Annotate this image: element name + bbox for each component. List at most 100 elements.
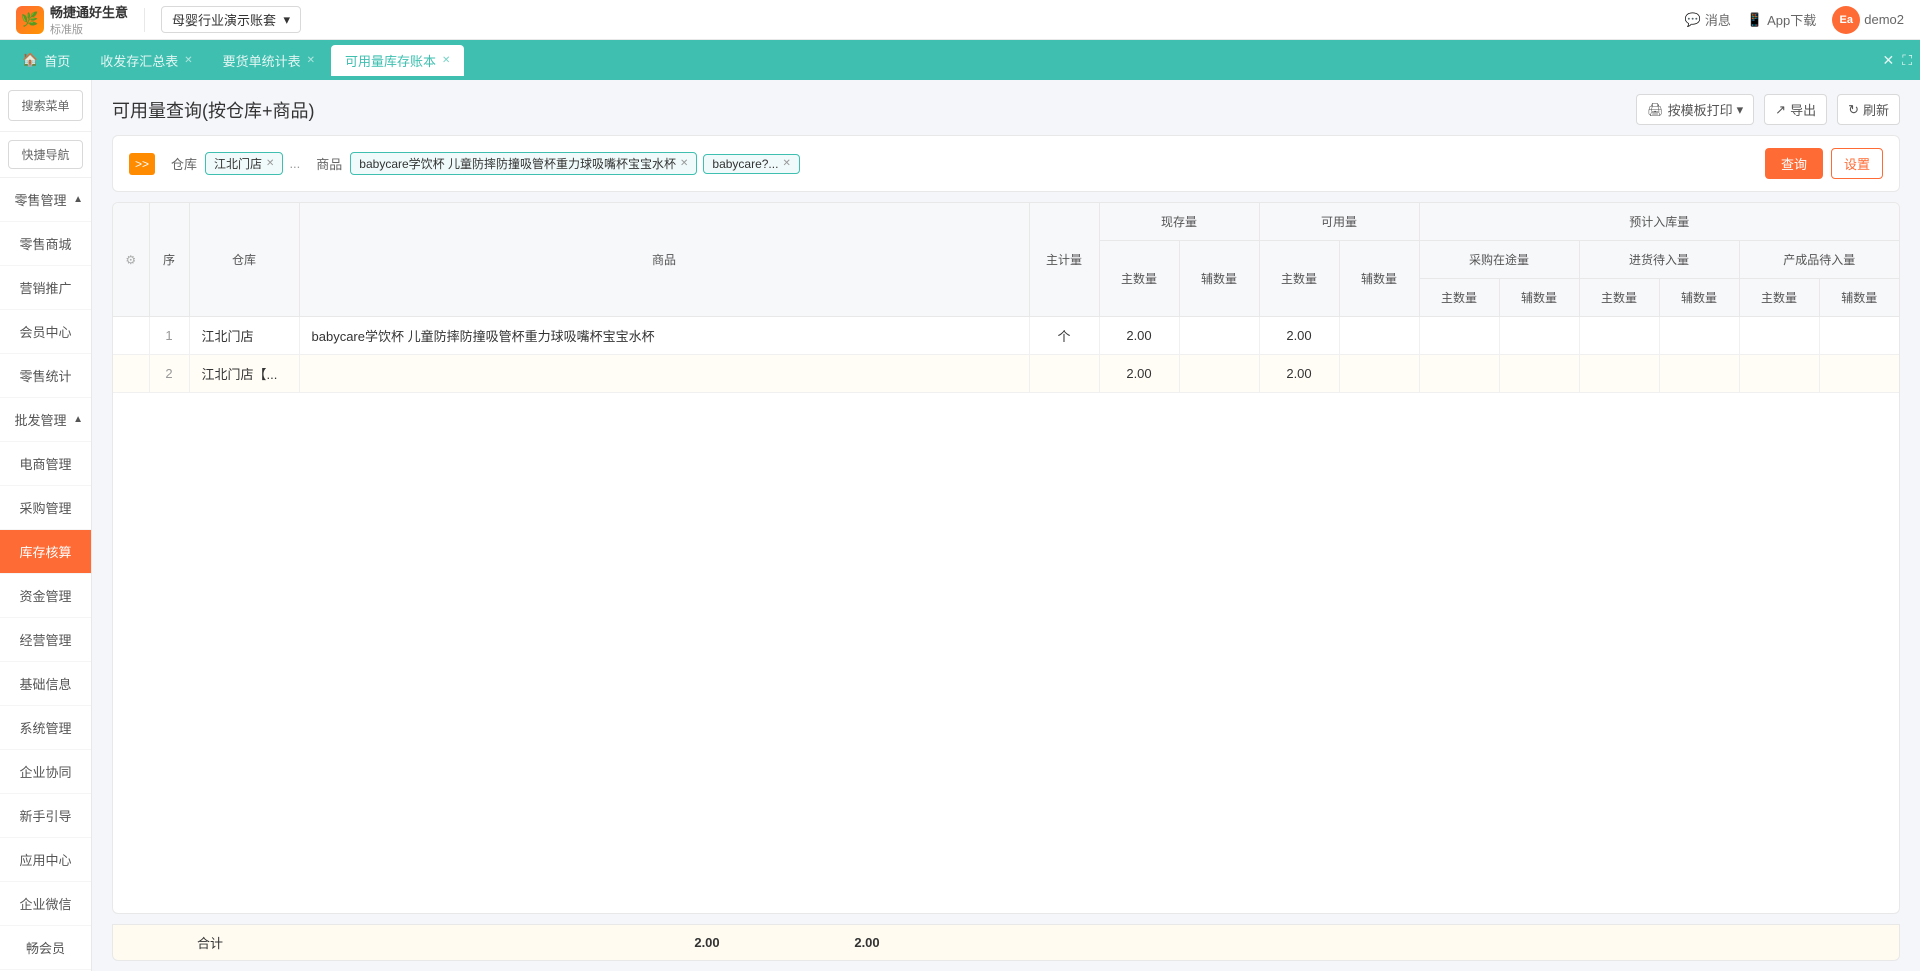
th-gear[interactable]: ⚙ bbox=[113, 203, 149, 317]
footer-current-main: 2.00 bbox=[667, 935, 747, 950]
row-current-aux-0 bbox=[1179, 317, 1259, 355]
table-footer: 合计 2.00 2.00 bbox=[112, 924, 1900, 961]
sidebar-item-retail-mgmt[interactable]: 零售管理▲ bbox=[0, 178, 91, 222]
row-pt-main-0 bbox=[1419, 317, 1499, 355]
nav-right: ✕ ⛶ bbox=[1882, 52, 1912, 69]
sidebar-search-area: 搜索菜单 bbox=[0, 80, 91, 132]
query-btn[interactable]: 查询 bbox=[1765, 148, 1823, 179]
sidebar-item-new-guide[interactable]: 新手引导 bbox=[0, 794, 91, 838]
sidebar-item-finance[interactable]: 资金管理 bbox=[0, 574, 91, 618]
sidebar-item-ecommerce[interactable]: 电商管理 bbox=[0, 442, 91, 486]
sidebar-item-batch-mgmt[interactable]: 批发管理▲ bbox=[0, 398, 91, 442]
warehouse-more-btn[interactable]: ... bbox=[289, 156, 300, 171]
tab-available-stock-close[interactable]: ✕ bbox=[442, 55, 450, 66]
sidebar-item-label-new-guide: 新手引导 bbox=[8, 806, 83, 825]
th-product: 商品 bbox=[299, 203, 1029, 317]
sidebar-item-member[interactable]: 会员中心 bbox=[0, 310, 91, 354]
sidebar-item-marketing[interactable]: 营销推广 bbox=[0, 266, 91, 310]
sidebar-item-label-finance: 资金管理 bbox=[8, 586, 83, 605]
row-pt-aux-1 bbox=[1499, 355, 1579, 393]
warehouse-filter-group: 仓库 江北门店 ✕ ... bbox=[171, 152, 300, 175]
chevron-down-icon: ▾ bbox=[283, 12, 290, 28]
row-seq-0: 1 bbox=[149, 317, 189, 355]
sidebar-item-vip[interactable]: 畅会员 bbox=[0, 926, 91, 970]
row-pi-aux-0 bbox=[1659, 317, 1739, 355]
row-gear-1[interactable] bbox=[113, 355, 149, 393]
tab-order-stats[interactable]: 要货单统计表 ✕ bbox=[209, 45, 329, 76]
sidebar-item-inventory[interactable]: 库存核算 bbox=[0, 530, 91, 574]
user-menu[interactable]: Ea demo2 bbox=[1832, 6, 1904, 34]
sidebar-arrow-retail-mgmt: ▲ bbox=[73, 194, 83, 205]
sidebar-item-base-info[interactable]: 基础信息 bbox=[0, 662, 91, 706]
sidebar-item-enterprise-wechat[interactable]: 企业微信 bbox=[0, 882, 91, 926]
row-pt-aux-0 bbox=[1499, 317, 1579, 355]
product-tag-2-close[interactable]: ✕ bbox=[782, 158, 790, 169]
print-btn[interactable]: 🖨 按模板打印 ▾ bbox=[1636, 94, 1754, 125]
printer-icon: 🖨 bbox=[1647, 102, 1664, 118]
sidebar-item-label-app-center: 应用中心 bbox=[8, 850, 83, 869]
app-label: App下载 bbox=[1767, 10, 1816, 29]
th-pp-main: 主数量 bbox=[1739, 279, 1819, 317]
msg-btn[interactable]: 💬 消息 bbox=[1685, 10, 1731, 29]
sidebar-item-app-center[interactable]: 应用中心 bbox=[0, 838, 91, 882]
row-product-1 bbox=[299, 355, 1029, 393]
row-pp-main-0 bbox=[1739, 317, 1819, 355]
quick-nav-btn[interactable]: 快捷导航 bbox=[8, 140, 83, 169]
row-avail-main-0: 2.00 bbox=[1259, 317, 1339, 355]
row-pi-main-1 bbox=[1579, 355, 1659, 393]
filter-expand-btn[interactable]: >> bbox=[129, 153, 155, 175]
export-icon: ↗ bbox=[1775, 102, 1786, 118]
expand-btn[interactable]: ⛶ bbox=[1902, 52, 1912, 69]
close-all-btn[interactable]: ✕ bbox=[1882, 52, 1894, 69]
row-pi-aux-1 bbox=[1659, 355, 1739, 393]
product-tag-1: babycare学饮杯 儿童防摔防撞吸管杯重力球吸嘴杯宝宝水杯 ✕ bbox=[350, 152, 697, 175]
sidebar-item-purchase[interactable]: 采购管理 bbox=[0, 486, 91, 530]
footer-avail-main: 2.00 bbox=[827, 935, 907, 950]
row-seq-1: 2 bbox=[149, 355, 189, 393]
row-gear-0[interactable] bbox=[113, 317, 149, 355]
row-pp-main-1 bbox=[1739, 355, 1819, 393]
sidebar-item-label-purchase: 采购管理 bbox=[8, 498, 83, 517]
th-products-pending: 产成品待入量 bbox=[1739, 241, 1899, 279]
th-current-main: 主数量 bbox=[1099, 241, 1179, 317]
main-layout: 搜索菜单 快捷导航 零售管理▲ 零售商城营销推广会员中心零售统计批发管理▲电商管理… bbox=[0, 80, 1920, 971]
sidebar-item-retail-mall[interactable]: 零售商城 bbox=[0, 222, 91, 266]
tab-receive-send[interactable]: 收发存汇总表 ✕ bbox=[86, 45, 206, 76]
tab-home[interactable]: 🏠 首页 bbox=[8, 45, 84, 76]
th-purchase-transit: 采购在途量 bbox=[1419, 241, 1579, 279]
mobile-icon: 📱 bbox=[1747, 12, 1763, 28]
product-tag-1-close[interactable]: ✕ bbox=[680, 158, 688, 169]
sidebar-item-enterprise[interactable]: 企业协同 bbox=[0, 750, 91, 794]
refresh-btn[interactable]: ↻ 刷新 bbox=[1837, 94, 1900, 125]
tab-receive-send-label: 收发存汇总表 bbox=[100, 51, 178, 70]
sidebar-item-operations[interactable]: 经营管理 bbox=[0, 618, 91, 662]
warehouse-tag-jiangbei-close[interactable]: ✕ bbox=[266, 158, 274, 169]
tab-available-stock[interactable]: 可用量库存账本 ✕ bbox=[331, 45, 464, 76]
export-btn[interactable]: ↗ 导出 bbox=[1764, 94, 1827, 125]
msg-label: 消息 bbox=[1705, 10, 1731, 29]
product-tags: babycare学饮杯 儿童防摔防撞吸管杯重力球吸嘴杯宝宝水杯 ✕ babyca… bbox=[350, 152, 800, 175]
sidebar-item-sys-mgmt[interactable]: 系统管理 bbox=[0, 706, 91, 750]
sidebar-nav-area: 快捷导航 bbox=[0, 132, 91, 178]
sidebar-item-label-retail-mgmt: 零售管理 bbox=[8, 190, 73, 209]
th-planned-in: 预计入库量 bbox=[1419, 203, 1899, 241]
row-current-main-0: 2.00 bbox=[1099, 317, 1179, 355]
row-pp-aux-0 bbox=[1819, 317, 1899, 355]
settings-btn[interactable]: 设置 bbox=[1831, 148, 1883, 179]
tab-order-stats-close[interactable]: ✕ bbox=[307, 55, 315, 66]
search-menu-btn[interactable]: 搜索菜单 bbox=[8, 90, 83, 121]
table-row: 2 江北门店【... 2.00 2.00 bbox=[113, 355, 1899, 393]
sidebar-item-label-member: 会员中心 bbox=[8, 322, 83, 341]
sidebar-item-label-retail-mall: 零售商城 bbox=[8, 234, 83, 253]
th-pt-aux: 辅数量 bbox=[1499, 279, 1579, 317]
row-pp-aux-1 bbox=[1819, 355, 1899, 393]
th-pt-main: 主数量 bbox=[1419, 279, 1499, 317]
table-body: 1 江北门店 babycare学饮杯 儿童防摔防撞吸管杯重力球吸嘴杯宝宝水杯 个… bbox=[113, 317, 1899, 393]
industry-selector[interactable]: 母婴行业演示账套 ▾ bbox=[161, 6, 301, 33]
sidebar-items-container: 零售管理▲ 零售商城营销推广会员中心零售统计批发管理▲电商管理采购管理库存核算资金… bbox=[0, 178, 91, 970]
tab-receive-send-close[interactable]: ✕ bbox=[184, 55, 192, 66]
sidebar-item-retail-stats[interactable]: 零售统计 bbox=[0, 354, 91, 398]
product-label: 商品 bbox=[316, 154, 342, 173]
app-download-btn[interactable]: 📱 App下载 bbox=[1747, 10, 1816, 29]
table-header-row-1: ⚙ 序 仓库 商品 主计量 现存量 可用量 预计入库量 bbox=[113, 203, 1899, 241]
